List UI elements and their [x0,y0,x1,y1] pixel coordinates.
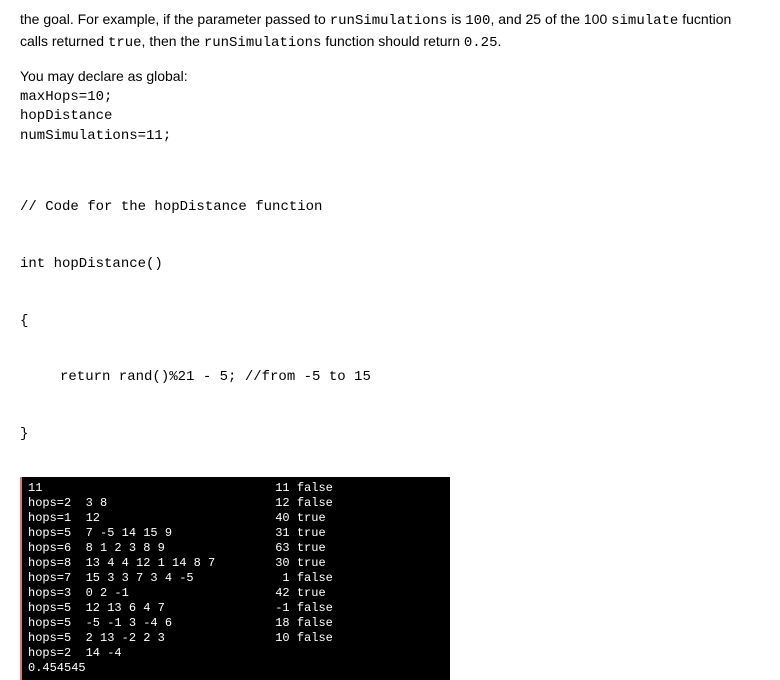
global-hopdistance: hopDistance [20,107,760,127]
code-true: true [108,35,142,51]
code-return: return rand()%21 - 5; //from -5 to 15 [20,368,760,387]
globals-label: You may declare as global: [20,67,760,87]
globals-section: You may declare as global: maxHops=10; h… [20,67,760,146]
global-maxhops: maxHops=10; [20,88,760,108]
intro-text-6: function should return [321,33,463,49]
code-100: 100 [465,13,490,29]
code-signature: int hopDistance() [20,255,760,274]
console-left-column: 11 hops=2 3 8 hops=1 12 hops=5 7 -5 14 1… [28,481,235,676]
code-block: // Code for the hopDistance function int… [20,161,760,463]
console-right-column: 11 false 12 false 40 true 31 true 63 tru… [235,481,333,676]
code-simulate: simulate [611,13,678,29]
global-numsimulations: numSimulations=11; [20,127,760,147]
intro-text-3: , and 25 of the 100 [490,11,611,27]
intro-text-2: is [447,11,465,27]
intro-text-1: the goal. For example, if the parameter … [20,11,330,27]
intro-paragraph: the goal. For example, if the parameter … [20,10,760,53]
console-output: 11 hops=2 3 8 hops=1 12 hops=5 7 -5 14 1… [20,477,450,680]
intro-text-7: . [497,33,501,49]
code-runSimulations-2: runSimulations [204,35,322,51]
code-runSimulations-1: runSimulations [330,13,448,29]
code-comment: // Code for the hopDistance function [20,198,760,217]
intro-text-5: , then the [142,33,204,49]
code-close-brace: } [20,425,760,444]
code-open-brace: { [20,312,760,331]
code-025: 0.25 [464,35,498,51]
